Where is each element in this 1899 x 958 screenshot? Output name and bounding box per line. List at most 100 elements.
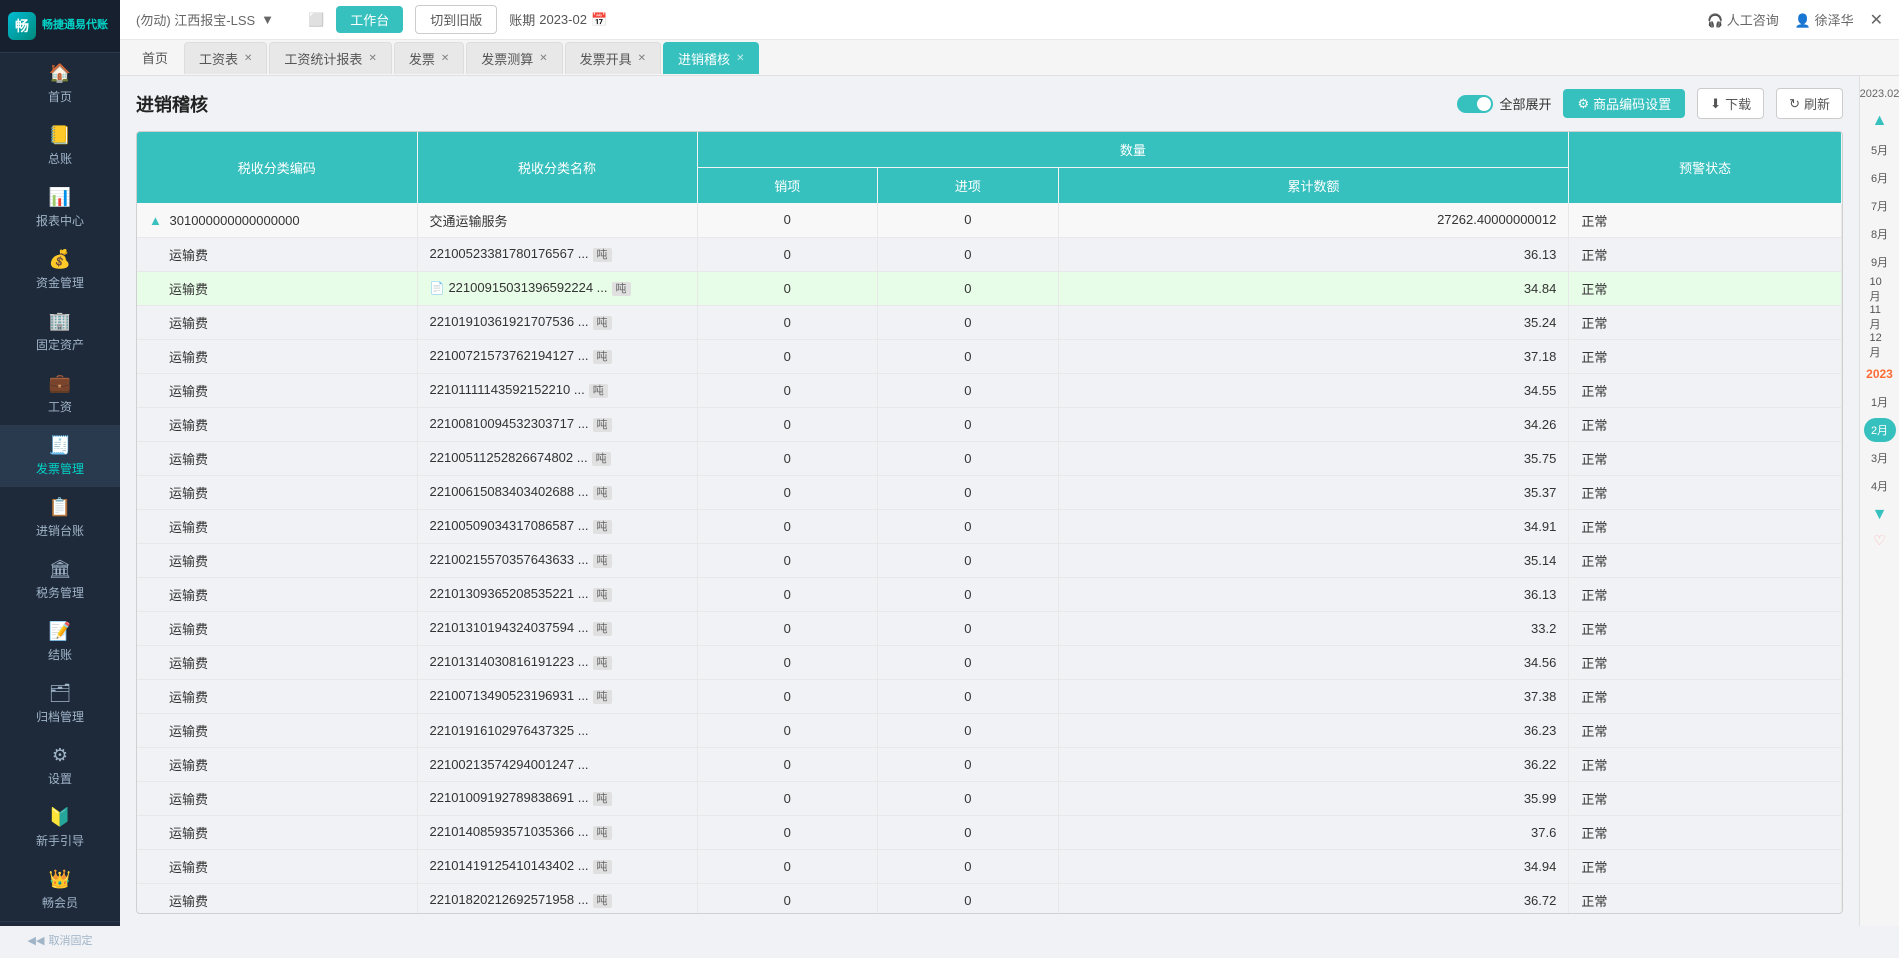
table-row[interactable]: 运输费 22101314030816191223 ...吨 0 0 34.56 … — [137, 645, 1842, 679]
tax-code-sub-cell: 22101310194324037594 ...吨 — [417, 611, 697, 645]
month-6[interactable]: 6月 — [1864, 166, 1896, 190]
table-row[interactable]: 运输费 22101309365208535221 ...吨 0 0 36.13 … — [137, 577, 1842, 611]
unit-tag: 吨 — [593, 860, 612, 874]
table-row[interactable]: 运输费 22100523381780176567 ...吨 0 0 36.13 … — [137, 237, 1842, 271]
period-value: 2023-02 — [539, 12, 587, 27]
close-button[interactable]: ✕ — [1870, 10, 1883, 30]
expand-toggle[interactable]: 全部展开 — [1457, 94, 1551, 113]
cumulative-cell: 35.24 — [1058, 305, 1569, 339]
table-row[interactable]: 运输费 22101009192789838691 ...吨 0 0 35.99 … — [137, 781, 1842, 815]
sidebar-item-archive[interactable]: 🗂 归档管理 — [0, 673, 120, 735]
table-row[interactable]: 运输费 22101820212692571958 ...吨 0 0 36.72 … — [137, 883, 1842, 914]
table-row[interactable]: 运输费 22101408593571035366 ...吨 0 0 37.6 正… — [137, 815, 1842, 849]
tab-salary[interactable]: 工资表 ✕ — [184, 42, 267, 74]
toggle-track[interactable] — [1457, 95, 1493, 113]
table-row[interactable]: 运输费 22100509034317086587 ...吨 0 0 34.91 … — [137, 509, 1842, 543]
company-selector[interactable]: (勿动) 江西报宝-LSS ▼ — [136, 10, 296, 29]
tab-close-icon[interactable]: ✕ — [736, 53, 744, 64]
sidebar-item-capital-mgmt[interactable]: 💰 资金管理 — [0, 239, 120, 301]
month-3[interactable]: 3月 — [1864, 446, 1896, 470]
table-row[interactable]: 运输费 22100615083403402688 ...吨 0 0 35.37 … — [137, 475, 1842, 509]
tab-close-icon[interactable]: ✕ — [244, 53, 252, 64]
sidebar-item-salary[interactable]: 💼 工资 — [0, 363, 120, 425]
sidebar-item-general-ledger[interactable]: 📒 总账 — [0, 115, 120, 177]
month-1[interactable]: 1月 — [1864, 390, 1896, 414]
year-2023[interactable]: 2023 — [1864, 362, 1896, 386]
month-12[interactable]: 12月 — [1864, 334, 1896, 358]
nav-up-button[interactable]: ▲ — [1868, 108, 1892, 134]
unit-tag: 吨 — [589, 384, 608, 398]
month-4[interactable]: 4月 — [1864, 474, 1896, 498]
nav-down-button[interactable]: ▼ — [1868, 502, 1892, 528]
unpin-button[interactable]: ◀◀ 取消固定 — [0, 922, 120, 958]
sidebar-item-tax-mgmt[interactable]: 🏛 税务管理 — [0, 549, 120, 611]
tab-close-icon[interactable]: ✕ — [638, 53, 646, 64]
table-row[interactable]: 运输费 22100213574294001247 ... 0 0 36.22 正… — [137, 747, 1842, 781]
table-row[interactable]: ▲ 301000000000000000 交通运输服务 0 0 27262.40… — [137, 203, 1842, 237]
sidebar-item-new-guide[interactable]: 🔰 新手引导 — [0, 797, 120, 859]
tab-close-icon[interactable]: ✕ — [441, 53, 449, 64]
sales-cell: 0 — [697, 543, 878, 577]
table-row[interactable]: 运输费 22100810094532303717 ...吨 0 0 34.26 … — [137, 407, 1842, 441]
tab-invoice[interactable]: 发票 ✕ — [394, 42, 464, 74]
status-cell: 正常 — [1569, 407, 1842, 441]
table-row[interactable]: 运输费 22101310194324037594 ...吨 0 0 33.2 正… — [137, 611, 1842, 645]
refresh-button[interactable]: ↻ 刷新 — [1776, 88, 1843, 119]
toggle-label: 全部展开 — [1499, 94, 1551, 113]
month-5[interactable]: 5月 — [1864, 138, 1896, 162]
month-2[interactable]: 2月 — [1864, 418, 1896, 442]
cumulative-cell: 27262.40000000012 — [1058, 203, 1569, 237]
month-10[interactable]: 10月 — [1864, 278, 1896, 302]
settings-button[interactable]: ⚙ 商品编码设置 — [1563, 89, 1685, 118]
tab-invoice-reconcile[interactable]: 进销稽核 ✕ — [663, 42, 759, 74]
table-row[interactable]: 运输费 22100713490523196931 ...吨 0 0 37.38 … — [137, 679, 1842, 713]
table-row[interactable]: 运输费 22100511252826674802 ...吨 0 0 35.75 … — [137, 441, 1842, 475]
tab-close-icon[interactable]: ✕ — [368, 53, 376, 64]
month-9[interactable]: 9月 — [1864, 250, 1896, 274]
sidebar-item-fixed-assets[interactable]: 🏢 固定资产 — [0, 301, 120, 363]
sidebar-item-invoice-mgmt[interactable]: 🧾 发票管理 — [0, 425, 120, 487]
sales-cell: 0 — [697, 883, 878, 914]
user-avatar[interactable]: 👤 徐泽华 — [1795, 10, 1854, 29]
tab-invoice-open[interactable]: 发票开具 ✕ — [565, 42, 661, 74]
tab-salary-report[interactable]: 工资统计报表 ✕ — [269, 42, 391, 74]
sidebar-item-vip[interactable]: 👑 畅会员 — [0, 859, 120, 921]
sidebar-item-settings[interactable]: ⚙ 设置 — [0, 735, 120, 797]
refresh-icon: ↻ — [1789, 96, 1800, 112]
download-button[interactable]: ⬇ 下载 — [1697, 88, 1764, 119]
table-row[interactable]: 运输费 22101910361921707536 ...吨 0 0 35.24 … — [137, 305, 1842, 339]
table-row[interactable]: 运输费 22101111143592152210 ...吨 0 0 34.55 … — [137, 373, 1842, 407]
sidebar-item-settlement[interactable]: 📝 结账 — [0, 611, 120, 673]
sidebar-item-purchase-sale[interactable]: 📋 进销台账 — [0, 487, 120, 549]
sidebar-item-home[interactable]: 🏠 首页 — [0, 53, 120, 115]
table-row[interactable]: 运输费 📄22100915031396592224 ...吨 0 0 34.84… — [137, 271, 1842, 305]
customer-service-button[interactable]: 🎧 人工咨询 — [1707, 10, 1779, 29]
table-row[interactable]: 运输费 22101419125410143402 ...吨 0 0 34.94 … — [137, 849, 1842, 883]
table-row[interactable]: 运输费 22101916102976437325 ... 0 0 36.23 正… — [137, 713, 1842, 747]
tab-invoice-calc[interactable]: 发票测算 ✕ — [466, 42, 562, 74]
collapse-icon[interactable]: ▲ — [149, 213, 162, 228]
month-8[interactable]: 8月 — [1864, 222, 1896, 246]
ledger-icon: 📒 — [49, 125, 71, 146]
cumulative-cell: 34.56 — [1058, 645, 1569, 679]
table-row[interactable]: 运输费 22100215570357643633 ...吨 0 0 35.14 … — [137, 543, 1842, 577]
tax-code-sub-cell: 22100213574294001247 ... — [417, 747, 697, 781]
tax-code-value: 301000000000000000 — [170, 213, 300, 228]
tab-home[interactable]: 首页 — [128, 42, 182, 73]
month-7[interactable]: 7月 — [1864, 194, 1896, 218]
workbench-button[interactable]: 工作台 — [336, 6, 403, 33]
pin-icon: ◀◀ — [28, 934, 45, 947]
sub-name-cell: 运输费 — [137, 815, 417, 849]
calendar-icon[interactable]: 📅 — [591, 12, 607, 28]
table-row[interactable]: 运输费 22100721573762194127 ...吨 0 0 37.18 … — [137, 339, 1842, 373]
switch-version-button[interactable]: 切到旧版 — [415, 5, 497, 34]
sidebar-item-label: 进销台账 — [36, 522, 84, 539]
sales-cell: 0 — [697, 679, 878, 713]
sidebar-item-report-center[interactable]: 📊 报表中心 — [0, 177, 120, 239]
period-label: 账期 — [509, 10, 535, 29]
month-11[interactable]: 11月 — [1864, 306, 1896, 330]
cumulative-cell: 34.91 — [1058, 509, 1569, 543]
tab-close-icon[interactable]: ✕ — [539, 53, 547, 64]
data-table-wrapper[interactable]: 税收分类编码 税收分类名称 数量 预警状态 销项 进项 累计数额 — [136, 131, 1843, 914]
copy-icon[interactable]: ⬜ — [308, 12, 324, 28]
